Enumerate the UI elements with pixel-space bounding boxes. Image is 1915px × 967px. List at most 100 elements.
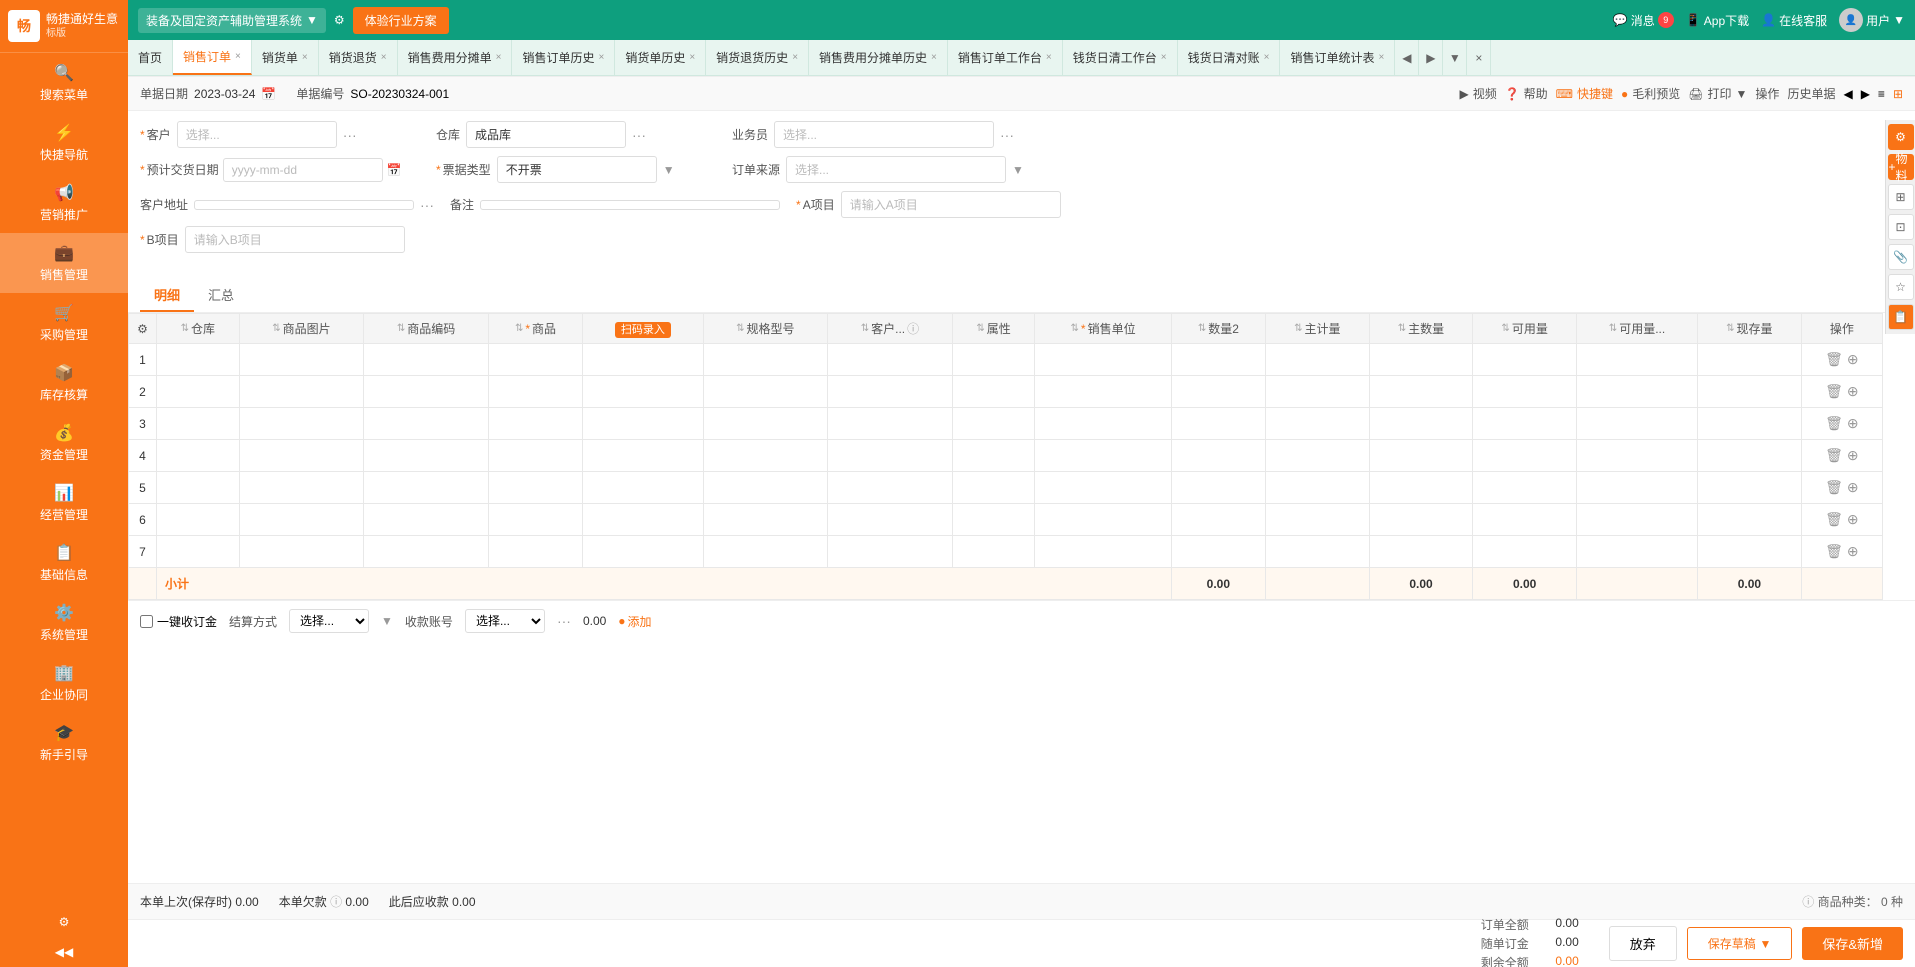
row-cell[interactable] bbox=[364, 440, 489, 472]
settings-icon[interactable]: ⚙ bbox=[334, 13, 345, 27]
row-cell[interactable] bbox=[1473, 504, 1577, 536]
panel-btn-5[interactable]: 📋 bbox=[1888, 304, 1914, 330]
row-cell[interactable] bbox=[952, 408, 1035, 440]
view-btn[interactable]: ▶ 视频 bbox=[1459, 85, 1496, 102]
tab-sales-order[interactable]: 销售订单 × bbox=[173, 40, 252, 75]
user-menu[interactable]: 👤 用户 ▼ bbox=[1839, 8, 1905, 32]
tab-sales-order-history[interactable]: 销售订单历史 × bbox=[512, 40, 615, 75]
row-copy-btn[interactable]: ⊕ bbox=[1847, 447, 1859, 463]
save-draft-button[interactable]: 保存草稿 ▼ bbox=[1687, 927, 1793, 960]
sidebar-item-quick[interactable]: ⚡ 快捷导航 bbox=[0, 113, 128, 173]
row-cell[interactable] bbox=[703, 472, 828, 504]
row-cell[interactable] bbox=[952, 472, 1035, 504]
row-cell[interactable] bbox=[1266, 472, 1370, 504]
invoice-chevron-icon[interactable]: ▼ bbox=[663, 163, 675, 177]
row-cell[interactable] bbox=[364, 504, 489, 536]
row-cell[interactable] bbox=[828, 408, 953, 440]
row-cell[interactable] bbox=[703, 536, 828, 568]
row-cell[interactable] bbox=[1576, 408, 1697, 440]
one-click-label[interactable]: 一键收订金 bbox=[140, 613, 217, 630]
tab-order-stats[interactable]: 销售订单统计表 × bbox=[1280, 40, 1395, 75]
row-delete-btn[interactable]: 🗑 bbox=[1825, 415, 1843, 431]
row-cell[interactable] bbox=[1576, 504, 1697, 536]
tab-close-order-history[interactable]: × bbox=[598, 52, 604, 63]
row-cell[interactable] bbox=[1035, 376, 1171, 408]
row-cell[interactable] bbox=[828, 504, 953, 536]
account-more-btn[interactable]: ··· bbox=[557, 613, 571, 629]
one-click-checkbox[interactable] bbox=[140, 615, 153, 628]
tab-close-sales-fee[interactable]: × bbox=[496, 52, 502, 63]
tab-sales-invoice[interactable]: 销货单 × bbox=[252, 40, 319, 75]
print-btn[interactable]: 🖨 打印 ▼ bbox=[1688, 85, 1747, 102]
row-cell[interactable] bbox=[1035, 344, 1171, 376]
discard-button[interactable]: 放弃 bbox=[1609, 926, 1677, 961]
calendar-icon[interactable]: 📅 bbox=[261, 87, 276, 101]
row-cell[interactable] bbox=[1171, 472, 1265, 504]
tab-detail[interactable]: 明细 bbox=[140, 279, 194, 312]
tab-close-sales-invoice[interactable]: × bbox=[302, 52, 308, 63]
row-cell[interactable] bbox=[952, 504, 1035, 536]
row-cell[interactable] bbox=[828, 440, 953, 472]
row-cell[interactable] bbox=[1473, 408, 1577, 440]
row-delete-btn[interactable]: 🗑 bbox=[1825, 479, 1843, 495]
history-btn[interactable]: 历史单据 bbox=[1787, 85, 1835, 102]
row-cell[interactable] bbox=[1473, 472, 1577, 504]
tab-scroll-right[interactable]: ▶ bbox=[1419, 40, 1443, 75]
row-cell[interactable] bbox=[1171, 440, 1265, 472]
row-cell[interactable] bbox=[239, 472, 364, 504]
row-cell[interactable] bbox=[157, 376, 240, 408]
row-cell[interactable] bbox=[239, 440, 364, 472]
account-select[interactable]: 选择... bbox=[465, 609, 545, 633]
sidebar-item-search[interactable]: 🔍 搜索菜单 bbox=[0, 53, 128, 113]
row-cell[interactable] bbox=[1266, 536, 1370, 568]
row-cell[interactable] bbox=[488, 376, 582, 408]
row-delete-btn[interactable]: 🗑 bbox=[1825, 447, 1843, 463]
row-cell[interactable] bbox=[1473, 344, 1577, 376]
tab-fee-history[interactable]: 销售费用分摊单历史 × bbox=[809, 40, 948, 75]
row-cell[interactable] bbox=[952, 376, 1035, 408]
view-toggle-icon[interactable]: ≡ bbox=[1878, 87, 1885, 101]
row-cell[interactable] bbox=[583, 472, 703, 504]
industry-btn[interactable]: 体验行业方案 bbox=[353, 7, 449, 34]
row-cell[interactable] bbox=[1369, 376, 1473, 408]
row-cell[interactable] bbox=[1369, 472, 1473, 504]
row-cell[interactable] bbox=[1576, 344, 1697, 376]
row-cell[interactable] bbox=[239, 376, 364, 408]
sidebar-settings[interactable]: ⚙ bbox=[0, 907, 128, 937]
row-delete-btn[interactable]: 🗑 bbox=[1825, 351, 1843, 367]
row-delete-btn[interactable]: 🗑 bbox=[1825, 511, 1843, 527]
address-input[interactable] bbox=[194, 200, 414, 210]
row-cell[interactable] bbox=[1698, 376, 1802, 408]
row-cell[interactable] bbox=[1171, 344, 1265, 376]
shortcut-btn[interactable]: ⌨ 快捷键 bbox=[1556, 85, 1613, 102]
tab-close-sales-return[interactable]: × bbox=[381, 52, 387, 63]
row-cell[interactable] bbox=[239, 344, 364, 376]
row-cell[interactable] bbox=[364, 536, 489, 568]
row-cell[interactable] bbox=[1369, 504, 1473, 536]
row-cell[interactable] bbox=[703, 376, 828, 408]
row-cell[interactable] bbox=[1035, 440, 1171, 472]
row-cell[interactable] bbox=[1576, 536, 1697, 568]
tab-home[interactable]: 首页 bbox=[128, 40, 173, 75]
panel-btn-2[interactable]: ⊡ bbox=[1888, 214, 1914, 240]
row-cell[interactable] bbox=[157, 408, 240, 440]
row-cell[interactable] bbox=[1369, 408, 1473, 440]
row-cell[interactable] bbox=[1266, 504, 1370, 536]
add-payment-btn[interactable]: ● 添加 bbox=[618, 613, 651, 630]
message-btn[interactable]: 💬 消息 9 bbox=[1613, 12, 1674, 29]
row-cell[interactable] bbox=[488, 408, 582, 440]
row-cell[interactable] bbox=[1035, 408, 1171, 440]
sidebar-item-operations[interactable]: 📊 经营管理 bbox=[0, 473, 128, 533]
row-cell[interactable] bbox=[239, 408, 364, 440]
row-cell[interactable] bbox=[364, 408, 489, 440]
row-cell[interactable] bbox=[828, 472, 953, 504]
row-cell[interactable] bbox=[157, 344, 240, 376]
order-source-chevron-icon[interactable]: ▼ bbox=[1012, 163, 1024, 177]
sidebar-item-newbie[interactable]: 🎓 新手引导 bbox=[0, 713, 128, 773]
sidebar-collapse[interactable]: ◀◀ bbox=[0, 937, 128, 967]
row-cell[interactable] bbox=[703, 440, 828, 472]
row-cell[interactable] bbox=[583, 408, 703, 440]
tab-close-daily-reconcile[interactable]: × bbox=[1264, 52, 1270, 63]
row-cell[interactable] bbox=[1576, 472, 1697, 504]
a-project-input[interactable]: 请输入A项目 bbox=[841, 191, 1061, 218]
